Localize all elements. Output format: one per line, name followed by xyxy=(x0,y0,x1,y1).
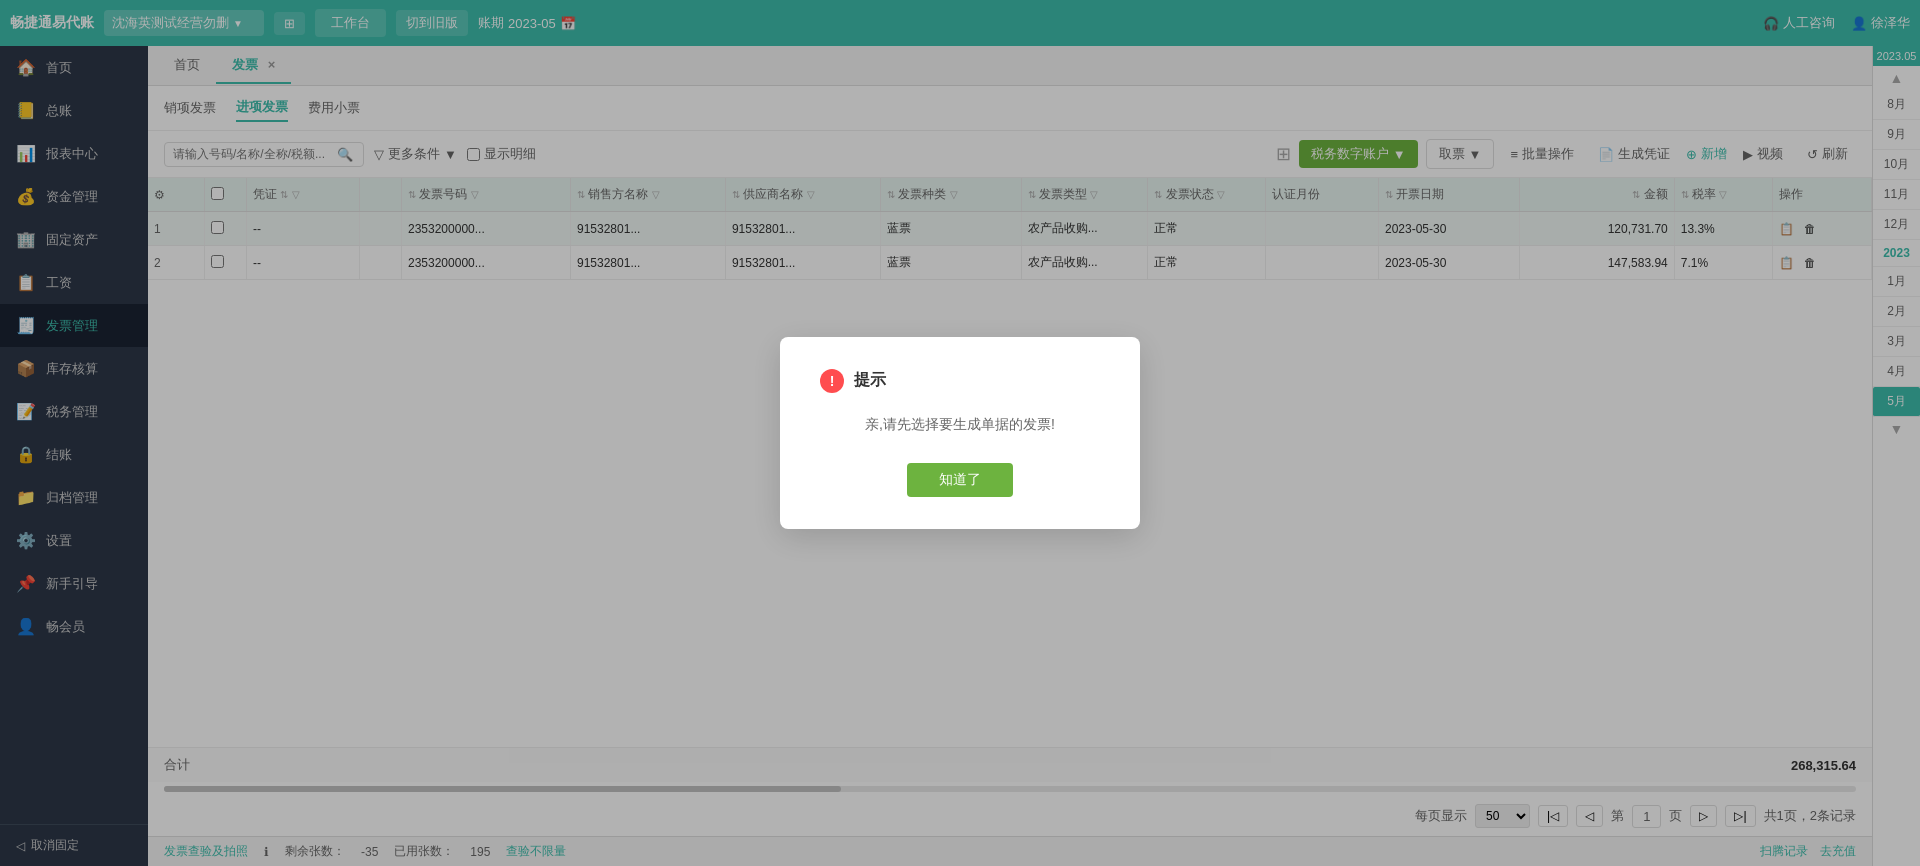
warning-icon: ! xyxy=(820,369,844,393)
modal-title-area: ! 提示 xyxy=(820,369,1100,393)
modal-ok-button[interactable]: 知道了 xyxy=(907,463,1013,497)
modal-footer: 知道了 xyxy=(820,463,1100,497)
modal-title-text: 提示 xyxy=(854,370,886,391)
modal-box: ! 提示 亲,请先选择要生成单据的发票! 知道了 xyxy=(780,337,1140,529)
modal-message: 亲,请先选择要生成单据的发票! xyxy=(820,413,1100,435)
modal-overlay: ! 提示 亲,请先选择要生成单据的发票! 知道了 xyxy=(0,0,1920,866)
